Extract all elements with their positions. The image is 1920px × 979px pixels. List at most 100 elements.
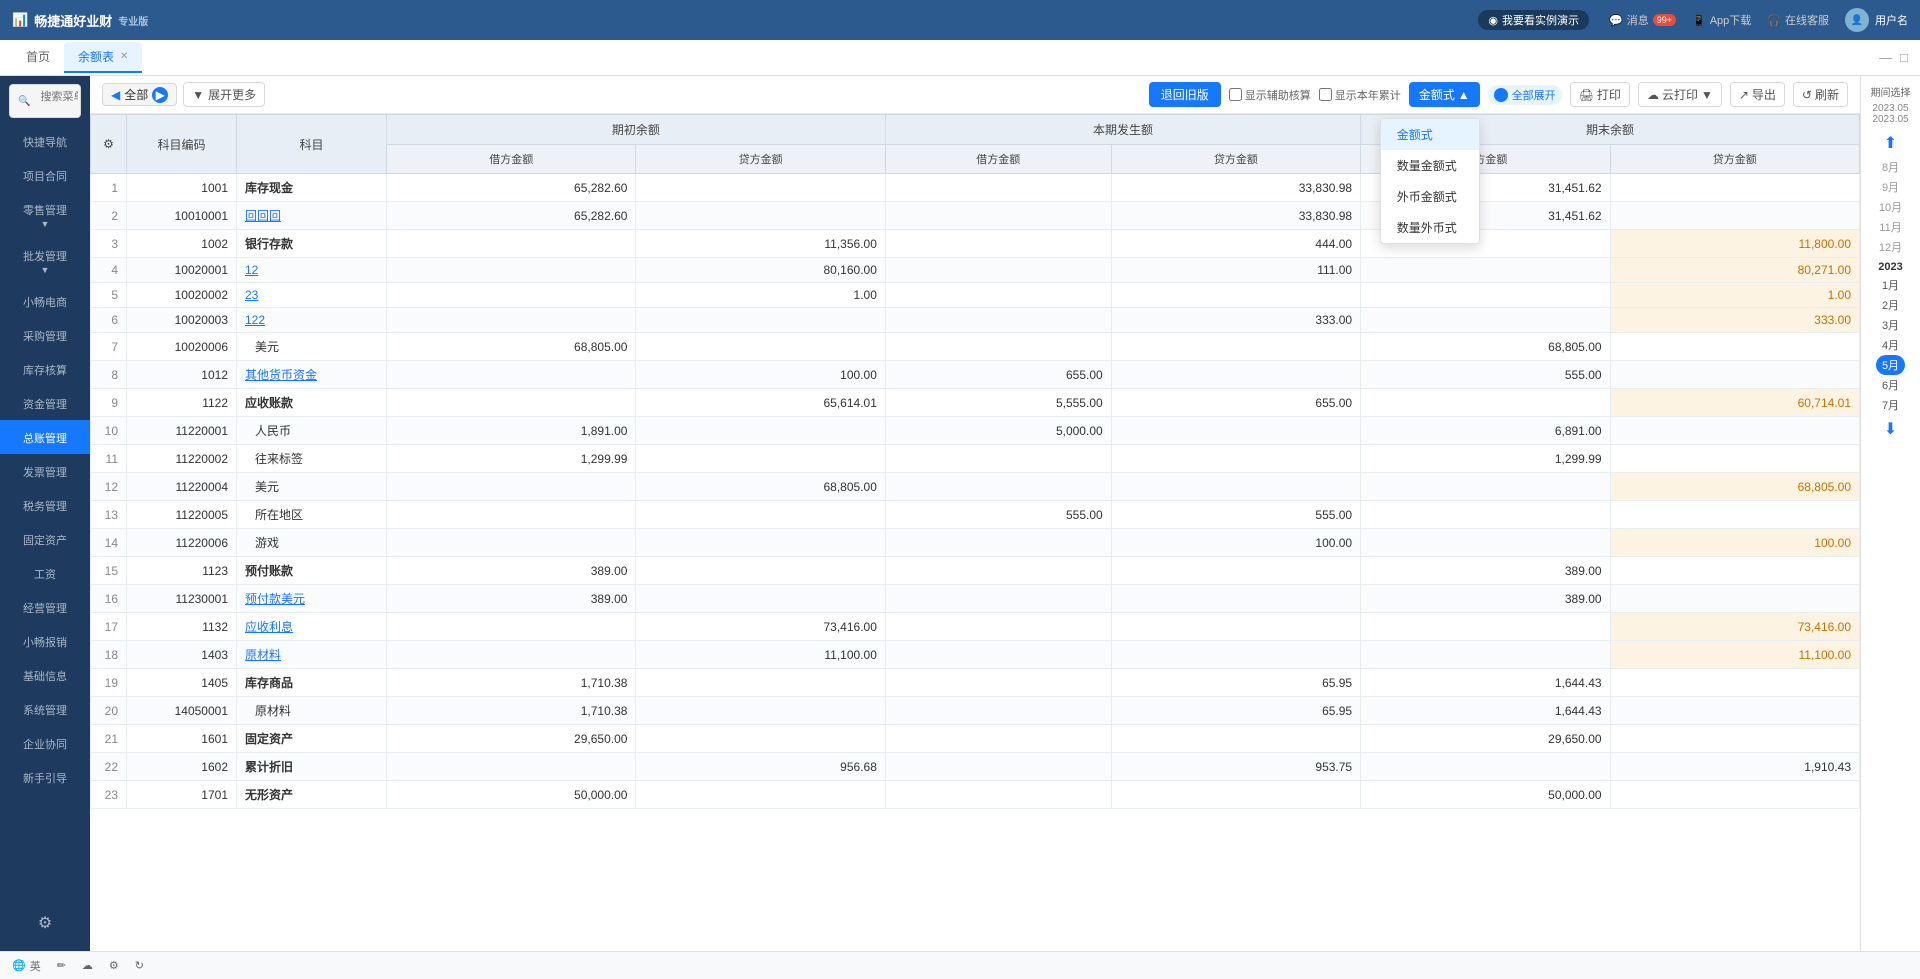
cloud-print-btn[interactable]: ☁ 云打印 ▼	[1638, 82, 1722, 107]
month-6[interactable]: 6月	[1876, 375, 1905, 395]
tab-balance[interactable]: 余额表 ✕	[64, 42, 142, 73]
sidebar-item-collab[interactable]: 企业协同	[0, 726, 90, 760]
sidebar-item-basic[interactable]: 基础信息	[0, 658, 90, 692]
status-tool-4[interactable]: ↻	[135, 959, 144, 972]
per-debit-cell: 655.00	[885, 361, 1111, 389]
month-5[interactable]: 5月	[1876, 355, 1905, 375]
month-7[interactable]: 7月	[1876, 395, 1905, 415]
demo-nav[interactable]: ◉ 我要看实例演示	[1478, 10, 1589, 30]
subject-cell[interactable]: 其他货币资金	[237, 361, 387, 389]
export-btn[interactable]: ↗ 导出	[1730, 82, 1785, 107]
subject-cell[interactable]: 122	[237, 308, 387, 333]
show-aux-label[interactable]: 显示辅助核算	[1229, 87, 1311, 103]
sidebar-item-retail[interactable]: 零售管理 ▼	[0, 192, 90, 238]
sidebar-item-label: 资金管理	[4, 396, 86, 412]
forward-icon[interactable]: ▶	[152, 87, 168, 103]
col-settings-header[interactable]: ⚙	[91, 115, 127, 174]
subject-link[interactable]: 原材料	[245, 648, 281, 662]
sidebar-search-container[interactable]: 🔍	[9, 84, 81, 118]
service-btn[interactable]: 🎧 在线客服	[1767, 12, 1829, 28]
subject-cell[interactable]: 应收利息	[237, 613, 387, 641]
subject-link[interactable]: 回回回	[245, 209, 281, 223]
download-btn[interactable]: 📱 App下载	[1692, 12, 1751, 28]
subject-link[interactable]: 应收利息	[245, 620, 293, 634]
sidebar-item-tax[interactable]: 税务管理	[0, 488, 90, 522]
cl-credit-cell: 333.00	[1610, 308, 1859, 333]
month-4[interactable]: 4月	[1876, 335, 1905, 355]
maximize-icon[interactable]: □	[1900, 50, 1908, 65]
subject-cell[interactable]: 23	[237, 283, 387, 308]
sidebar-item-wholesale[interactable]: 批发管理 ▼	[0, 238, 90, 284]
sidebar-item-reimbursement[interactable]: 小畅报销	[0, 624, 90, 658]
back-icon[interactable]: ◀	[111, 88, 120, 102]
sidebar-item-guide[interactable]: 新手引导	[0, 760, 90, 794]
collapse-up-icon[interactable]: ⬆	[1884, 133, 1897, 153]
show-year-checkbox[interactable]	[1319, 88, 1332, 101]
sidebar-item-ledger[interactable]: 总账管理	[0, 420, 90, 454]
subject-link[interactable]: 预付款美元	[245, 592, 305, 606]
sidebar-item-invoice[interactable]: 发票管理	[0, 454, 90, 488]
sidebar-item-label: 基础信息	[4, 668, 86, 684]
month-1[interactable]: 1月	[1876, 275, 1905, 295]
sidebar-item-salary[interactable]: 工资	[0, 556, 90, 590]
tab-home[interactable]: 首页	[12, 42, 64, 73]
refresh-btn[interactable]: ↺ 刷新	[1793, 82, 1848, 107]
op-credit-cell	[636, 445, 885, 473]
code-cell: 1002	[127, 230, 237, 258]
sidebar-item-quick-nav[interactable]: 快捷导航	[0, 124, 90, 158]
cl-credit-cell: 73,416.00	[1610, 613, 1859, 641]
sidebar-item-project[interactable]: 项目合同	[0, 158, 90, 192]
sidebar-item-ecommerce[interactable]: 小畅电商	[0, 284, 90, 318]
settings-icon[interactable]: ⚙	[30, 905, 60, 941]
dropdown-item-amount[interactable]: 金额式	[1381, 119, 1479, 150]
sidebar-item-system[interactable]: 系统管理	[0, 692, 90, 726]
sidebar-item-assets[interactable]: 固定资产	[0, 522, 90, 556]
period-label[interactable]: 期间选择	[1871, 84, 1911, 99]
month-12[interactable]: 12月	[1873, 237, 1908, 257]
subject-search[interactable]: ◀ 全部 ▶	[102, 83, 177, 106]
show-year-label[interactable]: 显示本年累计	[1319, 87, 1401, 103]
dropdown-item-qty-foreign[interactable]: 数量外币式	[1381, 212, 1479, 243]
tab-close-icon[interactable]: ✕	[120, 51, 128, 62]
sidebar-item-operation[interactable]: 经营管理	[0, 590, 90, 624]
expand-all-toggle[interactable]: 全部展开	[1488, 85, 1562, 105]
style-btn[interactable]: 金额式 ▲	[1409, 82, 1480, 107]
print-btn[interactable]: 🖨 打印	[1570, 82, 1630, 107]
sidebar-item-inventory[interactable]: 库存核算	[0, 352, 90, 386]
right-panel: 期间选择 2023.05 2023.05 ⬆ 8月 9月 10月 11月 12月…	[1860, 76, 1920, 951]
month-2[interactable]: 2月	[1876, 295, 1905, 315]
dropdown-item-qty-amount[interactable]: 数量金额式	[1381, 150, 1479, 181]
lang-toggle[interactable]: 🌐 英	[12, 958, 41, 974]
subject-cell[interactable]: 原材料	[237, 641, 387, 669]
subject-cell[interactable]: 预付款美元	[237, 585, 387, 613]
status-tool-2[interactable]: ☁	[82, 959, 93, 972]
sidebar-item-purchase[interactable]: 采购管理	[0, 318, 90, 352]
status-tool-3[interactable]: ⚙	[109, 959, 119, 972]
status-tool-1[interactable]: ✏	[57, 959, 66, 972]
subject-link[interactable]: 12	[245, 263, 258, 277]
cl-credit-cell: 1,910.43	[1610, 753, 1859, 781]
per-debit-cell	[885, 725, 1111, 753]
cl-credit-cell: 100.00	[1610, 529, 1859, 557]
subject-cell[interactable]: 回回回	[237, 202, 387, 230]
message-btn[interactable]: 💬 消息 99+	[1609, 12, 1676, 28]
show-aux-checkbox[interactable]	[1229, 88, 1242, 101]
expand-btn[interactable]: ▼ 展开更多	[183, 82, 265, 107]
month-11[interactable]: 11月	[1873, 217, 1907, 237]
month-9[interactable]: 9月	[1876, 177, 1905, 197]
month-3[interactable]: 3月	[1876, 315, 1905, 335]
subject-link[interactable]: 122	[245, 313, 265, 327]
month-8[interactable]: 8月	[1876, 157, 1905, 177]
sidebar-search-input[interactable]	[34, 87, 84, 107]
subject-link[interactable]: 23	[245, 288, 258, 302]
subject-link[interactable]: 其他货币资金	[245, 368, 317, 382]
month-10[interactable]: 10月	[1873, 197, 1908, 217]
collapse-down-icon[interactable]: ⬇	[1884, 419, 1897, 439]
subject-cell[interactable]: 12	[237, 258, 387, 283]
user-btn[interactable]: 👤 用户名	[1845, 8, 1908, 32]
return-btn[interactable]: 退回旧版	[1149, 82, 1221, 107]
sidebar-item-finance[interactable]: 资金管理	[0, 386, 90, 420]
dropdown-item-foreign-amount[interactable]: 外币金额式	[1381, 181, 1479, 212]
minimize-icon[interactable]: —	[1879, 50, 1892, 65]
period-year-start: 2023.05	[1872, 103, 1908, 114]
